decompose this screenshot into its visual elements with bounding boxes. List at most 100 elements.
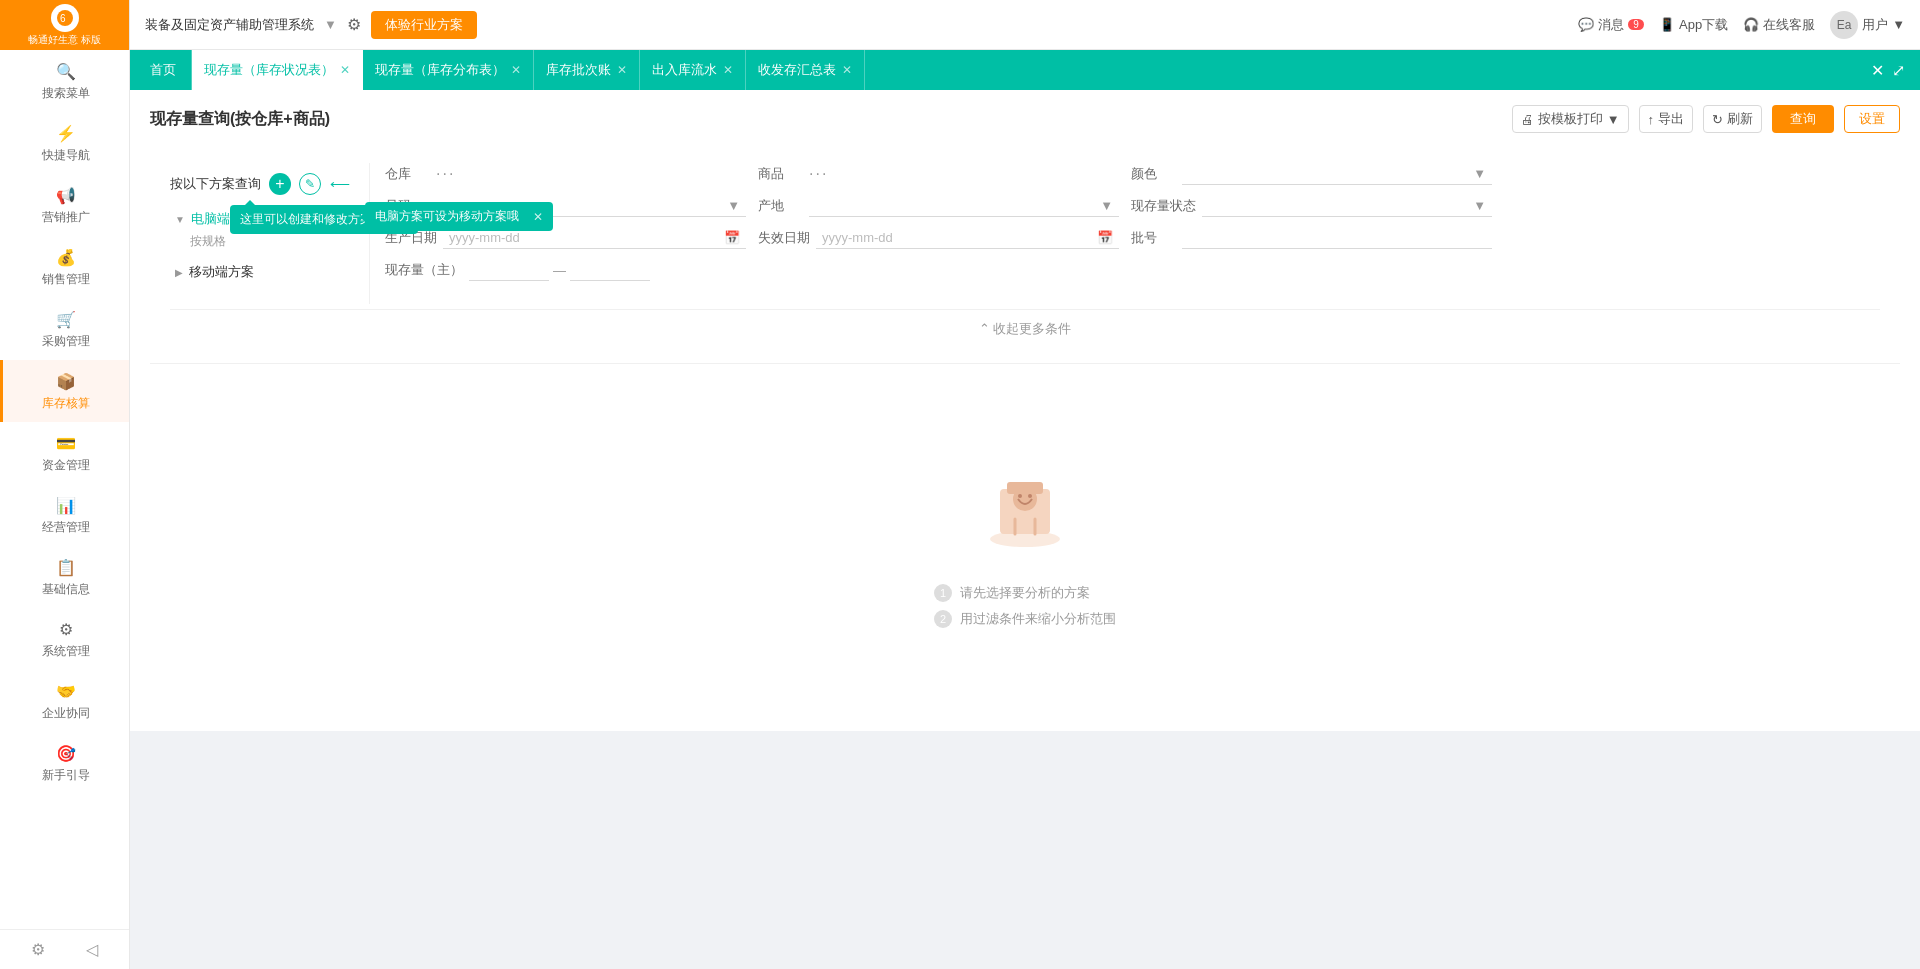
tab-close-inventory-status[interactable]: ✕ [340,63,350,77]
topbar-right: 💬 消息 9 📱 App下载 🎧 在线客服 Ea 用户 ▼ [1578,11,1905,39]
expire-calendar-icon[interactable]: 📅 [1097,230,1113,245]
color-dropdown-icon: ▼ [1473,166,1486,181]
produce-calendar-icon[interactable]: 📅 [724,230,740,245]
edit-scheme-button[interactable]: ✎ [299,173,321,195]
svg-point-6 [1018,494,1022,498]
sidebar-item-sales[interactable]: 💰 销售管理 [0,236,129,298]
add-scheme-button[interactable]: + [269,173,291,195]
scheme-tip-close[interactable]: ✕ [533,210,543,224]
filter-warehouse: 仓库 ··· [385,165,746,183]
tabbar-actions: ✕ ⤢ [1861,61,1915,80]
step-num-2: 2 [934,610,952,628]
sidebar-item-enterprise[interactable]: 🤝 企业协同 [0,670,129,732]
arrow-left-button[interactable]: ⟵ [329,173,351,195]
collapse-button[interactable]: ◁ [86,940,98,959]
settings-button[interactable]: ⚙ [31,940,45,959]
notice-item[interactable]: 💬 消息 9 [1578,16,1644,34]
qty-range: — [469,259,752,281]
page-header-actions: 🖨 按模板打印 ▼ ↑ 导出 ↻ 刷新 查询 设置 [1512,105,1900,133]
phone-icon: 📱 [1659,17,1675,32]
user-item[interactable]: Ea 用户 ▼ [1830,11,1905,39]
system-icon: ⚙ [55,618,77,640]
tab-inventory-distribution[interactable]: 现存量（库存分布表） ✕ [363,50,534,90]
filter-header: 按以下方案查询 + ✎ ⟵ 这里可以创建和修改方案哦 ✕ [170,173,351,195]
close-all-tabs-button[interactable]: ✕ [1871,61,1884,80]
expire-date-input[interactable]: yyyy-mm-dd 📅 [816,227,1119,249]
warehouse-more-button[interactable]: ··· [436,165,455,183]
print-button[interactable]: 🖨 按模板打印 ▼ [1512,105,1629,133]
sidebar: 6 畅通好生意 标版 🔍 搜索菜单 ⚡ 快捷导航 📢 营销推广 💰 销售管理 🛒… [0,0,130,969]
inventory-status-select[interactable]: ▼ [1202,195,1492,217]
collapse-more-button[interactable]: ⌃ 收起更多条件 [170,309,1880,348]
qty-min-input[interactable] [469,259,549,281]
filter-area: 按以下方案查询 + ✎ ⟵ 这里可以创建和修改方案哦 ✕ [150,148,1900,364]
scheme-tip-popup: 电脑方案可设为移动方案哦 ✕ [365,202,553,231]
tab-inout-flow[interactable]: 出入库流水 ✕ [640,50,746,90]
expand-arrow-icon: ▼ [175,214,185,225]
filter-row-3: 生产日期 yyyy-mm-dd 📅 失效日期 yyyy-mm-dd [385,227,1865,249]
sales-icon: 💰 [55,246,77,268]
tab-close-receive-send[interactable]: ✕ [842,63,852,77]
sidebar-item-basic[interactable]: 📋 基础信息 [0,546,129,608]
goods-more-button[interactable]: ··· [809,165,828,183]
sidebar-item-guide[interactable]: 🎯 新手引导 [0,732,129,794]
tab-home[interactable]: 首页 [135,50,192,90]
online-service-item[interactable]: 🎧 在线客服 [1743,16,1815,34]
empty-step-1: 1 请先选择要分析的方案 [934,584,1116,602]
origin-dropdown-icon: ▼ [1100,198,1113,213]
sidebar-item-finance[interactable]: 💳 资金管理 [0,422,129,484]
size-dropdown-icon: ▼ [727,198,740,213]
print-icon: 🖨 [1521,112,1534,127]
sidebar-item-purchase[interactable]: 🛒 采购管理 [0,298,129,360]
headset-icon: 🎧 [1743,17,1759,32]
notice-badge: 9 [1628,19,1644,30]
filter-fields: 仓库 ··· 商品 ··· 颜色 ▼ [370,163,1880,304]
color-select[interactable]: ▼ [1182,163,1492,185]
refresh-icon: ↻ [1712,112,1723,127]
filter-header-label: 按以下方案查询 [170,175,261,193]
refresh-button[interactable]: ↻ 刷新 [1703,105,1762,133]
tab-close-inout-flow[interactable]: ✕ [723,63,733,77]
sidebar-item-operation[interactable]: 📊 经营管理 [0,484,129,546]
sidebar-item-quicknav[interactable]: ⚡ 快捷导航 [0,112,129,174]
topbar: 装备及固定资产辅助管理系统 ▼ ⚙ 体验行业方案 💬 消息 9 📱 App下载 … [130,0,1920,50]
sidebar-item-search[interactable]: 🔍 搜索菜单 [0,50,129,112]
search-button[interactable]: 查询 [1772,105,1834,133]
operation-icon: 📊 [55,494,77,516]
search-icon: 🔍 [55,60,77,82]
topbar-gear-icon[interactable]: ⚙ [347,15,361,34]
filter-row-4: 现存量（主） — [385,259,1865,281]
svg-text:6: 6 [60,13,66,24]
step-num-1: 1 [934,584,952,602]
filter-inventory-status: 现存量状态 ▼ [1131,195,1492,217]
avatar: Ea [1830,11,1858,39]
content-inner: 现存量查询(按仓库+商品) 🖨 按模板打印 ▼ ↑ 导出 ↻ 刷新 [130,90,1920,731]
scheme-sub-item[interactable]: 按规格 [190,231,369,252]
batch-input[interactable] [1182,227,1492,249]
expand-button[interactable]: ⤢ [1892,61,1905,80]
sidebar-item-inventory[interactable]: 📦 库存核算 [0,360,129,422]
qty-max-input[interactable] [570,259,650,281]
scheme-item-mobile[interactable]: ▶ 移动端方案 [175,260,369,284]
sidebar-item-system[interactable]: ⚙ 系统管理 [0,608,129,670]
sidebar-item-marketing[interactable]: 📢 营销推广 [0,174,129,236]
app-download-item[interactable]: 📱 App下载 [1659,16,1728,34]
filter-goods: 商品 ··· [758,165,1119,183]
tab-receive-send[interactable]: 收发存汇总表 ✕ [746,50,865,90]
tab-batch-account[interactable]: 库存批次账 ✕ [534,50,640,90]
logo: 6 畅通好生意 标版 [0,0,129,50]
filter-row-1: 仓库 ··· 商品 ··· 颜色 ▼ [385,163,1865,185]
filter-row-2: 尺码 ▼ 产地 ▼ [385,195,1865,217]
svg-point-5 [1013,487,1037,511]
industry-btn[interactable]: 体验行业方案 [371,11,477,39]
tab-inventory-status[interactable]: 现存量（库存状况表） ✕ [192,50,363,90]
basic-icon: 📋 [55,556,77,578]
tab-close-inventory-distribution[interactable]: ✕ [511,63,521,77]
reset-button[interactable]: 设置 [1844,105,1900,133]
filter-batch: 批号 [1131,227,1492,249]
filter-expire-date: 失效日期 yyyy-mm-dd 📅 [758,227,1119,249]
tab-close-batch-account[interactable]: ✕ [617,63,627,77]
origin-select[interactable]: ▼ [809,195,1119,217]
system-dropdown-icon[interactable]: ▼ [324,17,337,32]
export-button[interactable]: ↑ 导出 [1639,105,1694,133]
